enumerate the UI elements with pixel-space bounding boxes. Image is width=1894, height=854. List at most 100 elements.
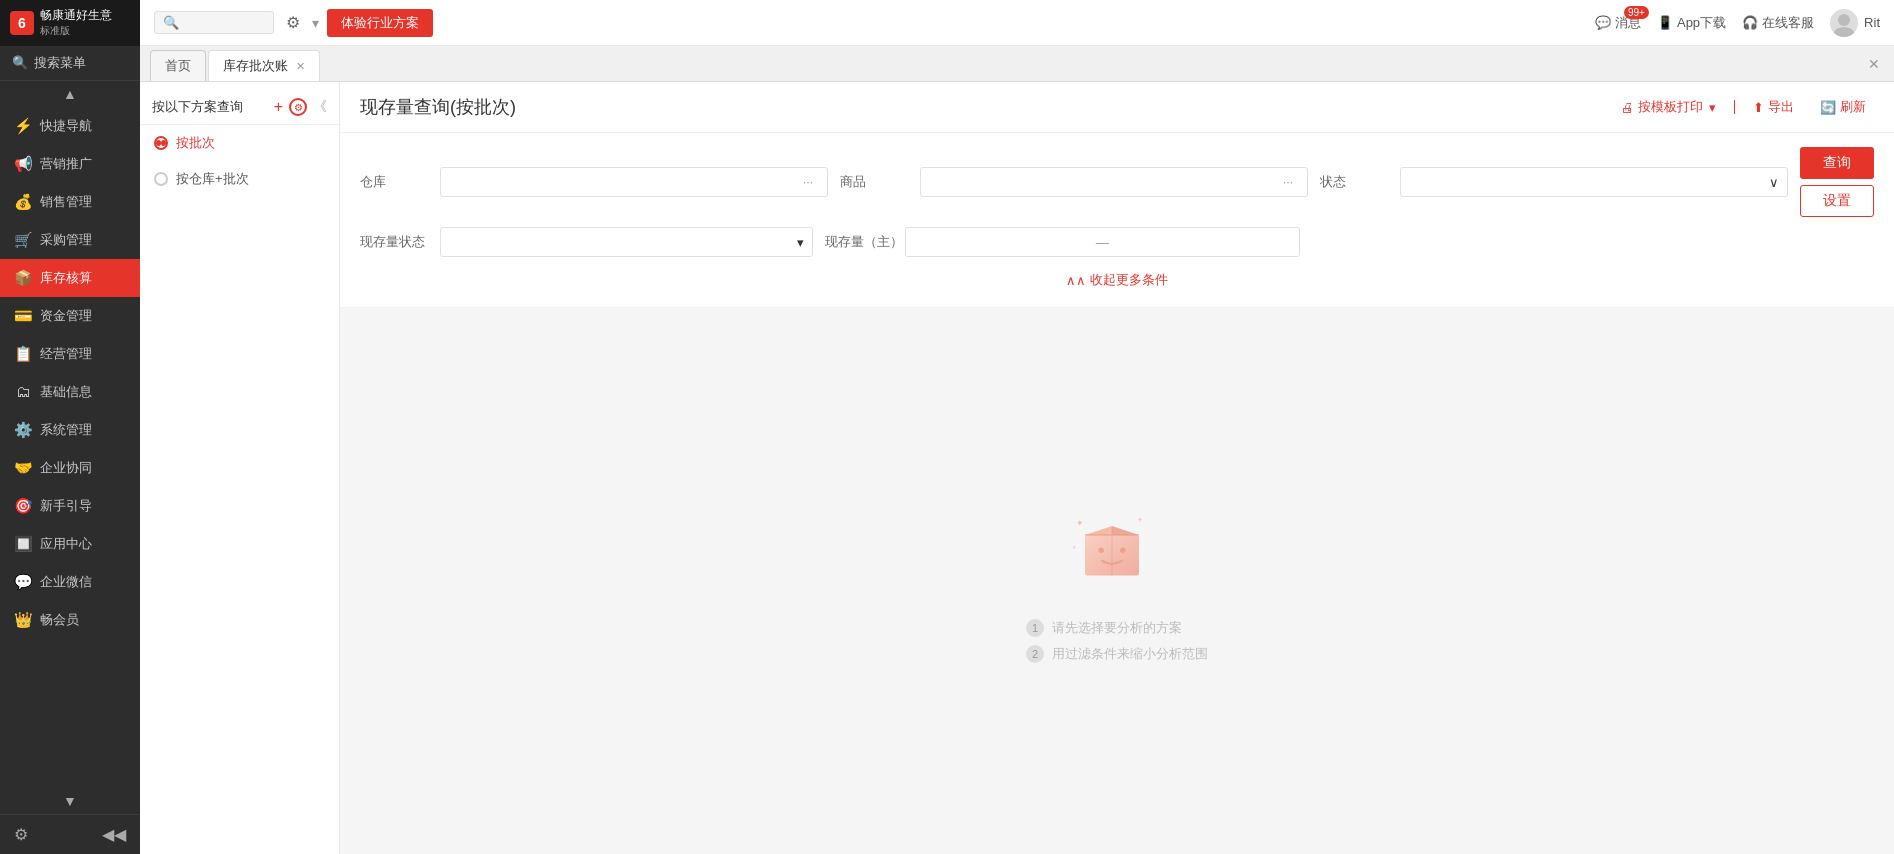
warehouse-input[interactable]: ··· (440, 167, 828, 197)
topbar-search-input[interactable] (183, 16, 263, 30)
settings-icon[interactable]: ⚙ (14, 825, 28, 844)
tab-home[interactable]: 首页 (150, 50, 206, 81)
close-all-tabs-icon[interactable]: ✕ (1864, 52, 1884, 76)
topbar-left: 🔍 ⚙ ▾ 体验行业方案 (154, 9, 1585, 37)
collapse-panel-icon[interactable]: 《 (313, 98, 327, 116)
warehouse-field: 仓库 ··· (360, 167, 828, 197)
sidebar-item-app-center[interactable]: 🔲 应用中心 (0, 525, 140, 563)
search-menu-label: 搜索菜单 (34, 54, 86, 72)
scroll-up-button[interactable]: ▲ (60, 83, 80, 105)
product-field: 商品 ··· (840, 167, 1308, 197)
svg-text:✦: ✦ (1076, 518, 1084, 528)
guide-icon: 🎯 (14, 497, 32, 515)
refresh-icon: 🔄 (1820, 100, 1836, 115)
search-menu[interactable]: 🔍 搜索菜单 (0, 46, 140, 81)
sidebar-item-sales[interactable]: 💰 销售管理 (0, 183, 140, 221)
app-center-icon: 🔲 (14, 535, 32, 553)
app-download-item[interactable]: 📱 App下载 (1657, 14, 1726, 32)
scheme-by-warehouse-batch-label: 按仓库+批次 (176, 170, 249, 188)
sidebar-item-system[interactable]: ⚙️ 系统管理 (0, 411, 140, 449)
sidebar-item-label: 库存核算 (40, 269, 92, 287)
app-title: 畅康通好生意 (40, 8, 112, 24)
tabbar: 首页 库存批次账 ✕ ✕ (140, 46, 1894, 82)
topbar-dropdown-icon[interactable]: ▾ (312, 15, 319, 31)
filter-panel-header: 按以下方案查询 + ⚙ 《 (140, 92, 339, 125)
sidebar-item-inventory[interactable]: 📦 库存核算 (0, 259, 140, 297)
collapse-up-icon: ∧∧ (1066, 273, 1086, 288)
topbar-search-icon: 🔍 (163, 15, 179, 30)
scheme-radio-inactive (154, 172, 168, 186)
empty-step-1: 1 请先选择要分析的方案 (1026, 619, 1208, 637)
sidebar-item-label: 资金管理 (40, 307, 92, 325)
inventory-qty-range: — (905, 227, 1300, 257)
product-input[interactable]: ··· (920, 167, 1308, 197)
sidebar-item-finance[interactable]: 💳 资金管理 (0, 297, 140, 335)
tab-close-icon[interactable]: ✕ (296, 60, 305, 73)
sidebar-item-label: 应用中心 (40, 535, 92, 553)
topbar: 🔍 ⚙ ▾ 体验行业方案 💬 消息 99+ 📱 App下载 🎧 在线客服 (140, 0, 1894, 46)
online-service-item[interactable]: 🎧 在线客服 (1742, 14, 1814, 32)
svg-text:✦: ✦ (1137, 515, 1143, 524)
sidebar-item-label: 畅会员 (40, 611, 79, 629)
query-button[interactable]: 查询 (1800, 147, 1874, 179)
sidebar-item-member[interactable]: 👑 畅会员 (0, 601, 140, 639)
refresh-button[interactable]: 🔄 刷新 (1812, 94, 1874, 120)
export-button[interactable]: ⬆ 导出 (1745, 94, 1802, 120)
experience-btn[interactable]: 体验行业方案 (327, 9, 433, 37)
collapse-row[interactable]: ∧∧ 收起更多条件 (360, 267, 1874, 293)
search-icon: 🔍 (12, 55, 28, 70)
scheme-settings-icon[interactable]: ⚙ (289, 98, 307, 116)
filter-panel-actions: + ⚙ 《 (274, 98, 327, 116)
inventory-qty-from[interactable] (906, 230, 1090, 255)
set-button[interactable]: 设置 (1800, 185, 1874, 217)
export-label: 导出 (1768, 98, 1794, 116)
inventory-qty-to[interactable] (1115, 230, 1299, 255)
status-field: 状态 ∨ (1320, 167, 1788, 197)
sidebar-item-basic[interactable]: 🗂 基础信息 (0, 373, 140, 411)
inventory-status-field: 现存量状态 ▾ (360, 227, 813, 257)
page-header: 现存量查询(按批次) 🖨 按模板打印 ▾ ⬆ 导出 🔄 刷新 (340, 82, 1894, 133)
scheme-by-batch-label: 按批次 (176, 134, 215, 152)
sidebar-item-enterprise[interactable]: 🤝 企业协同 (0, 449, 140, 487)
scroll-down-button[interactable]: ▼ (60, 790, 80, 812)
sidebar-item-operations[interactable]: 📋 经营管理 (0, 335, 140, 373)
warehouse-more-btn[interactable]: ··· (797, 173, 819, 191)
sidebar-item-guide[interactable]: 🎯 新手引导 (0, 487, 140, 525)
basic-icon: 🗂 (14, 383, 32, 401)
app-logo: 6 (10, 11, 34, 35)
product-more-btn[interactable]: ··· (1277, 173, 1299, 191)
scroll-up-area: ▲ (0, 81, 140, 107)
operations-icon: 📋 (14, 345, 32, 363)
empty-icon: ✦ ✦ ★ (1067, 499, 1167, 599)
page-actions: 🖨 按模板打印 ▾ ⬆ 导出 🔄 刷新 (1613, 94, 1874, 120)
sidebar-item-purchase[interactable]: 🛒 采购管理 (0, 221, 140, 259)
app-subtitle: 标准版 (40, 24, 112, 38)
svg-point-1 (1834, 27, 1854, 37)
refresh-label: 刷新 (1840, 98, 1866, 116)
print-dropdown-icon[interactable]: ▾ (1709, 100, 1716, 115)
topbar-gear-icon[interactable]: ⚙ (282, 9, 304, 36)
inventory-status-select[interactable]: ▾ (440, 227, 813, 257)
empty-step-2: 2 用过滤条件来缩小分析范围 (1026, 645, 1208, 663)
print-icon: 🖨 (1621, 100, 1634, 115)
inventory-icon: 📦 (14, 269, 32, 287)
print-button[interactable]: 🖨 按模板打印 ▾ (1613, 94, 1724, 120)
collapse-sidebar-icon[interactable]: ◀◀ (102, 825, 126, 844)
sidebar-item-marketing[interactable]: 📢 营销推广 (0, 145, 140, 183)
sidebar-item-quick-nav[interactable]: ⚡ 快捷导航 (0, 107, 140, 145)
topbar-right: 💬 消息 99+ 📱 App下载 🎧 在线客服 Rit (1595, 9, 1880, 37)
sidebar-item-wechat[interactable]: 💬 企业微信 (0, 563, 140, 601)
user-profile-item[interactable]: Rit (1830, 9, 1880, 37)
scroll-down-area: ▼ (0, 788, 140, 814)
message-item[interactable]: 💬 消息 99+ (1595, 14, 1641, 32)
scheme-by-warehouse-batch[interactable]: 按仓库+批次 (140, 161, 339, 197)
sales-icon: 💰 (14, 193, 32, 211)
inventory-status-label: 现存量状态 (360, 233, 440, 251)
add-scheme-button[interactable]: + (274, 98, 283, 116)
action-buttons: 查询 设置 (1800, 147, 1874, 217)
tab-inventory-batch[interactable]: 库存批次账 ✕ (208, 50, 320, 81)
status-select[interactable]: ∨ (1400, 167, 1788, 197)
scheme-by-batch[interactable]: 按批次 (140, 125, 339, 161)
tab-home-label: 首页 (165, 57, 191, 75)
username-label: Rit (1864, 15, 1880, 30)
